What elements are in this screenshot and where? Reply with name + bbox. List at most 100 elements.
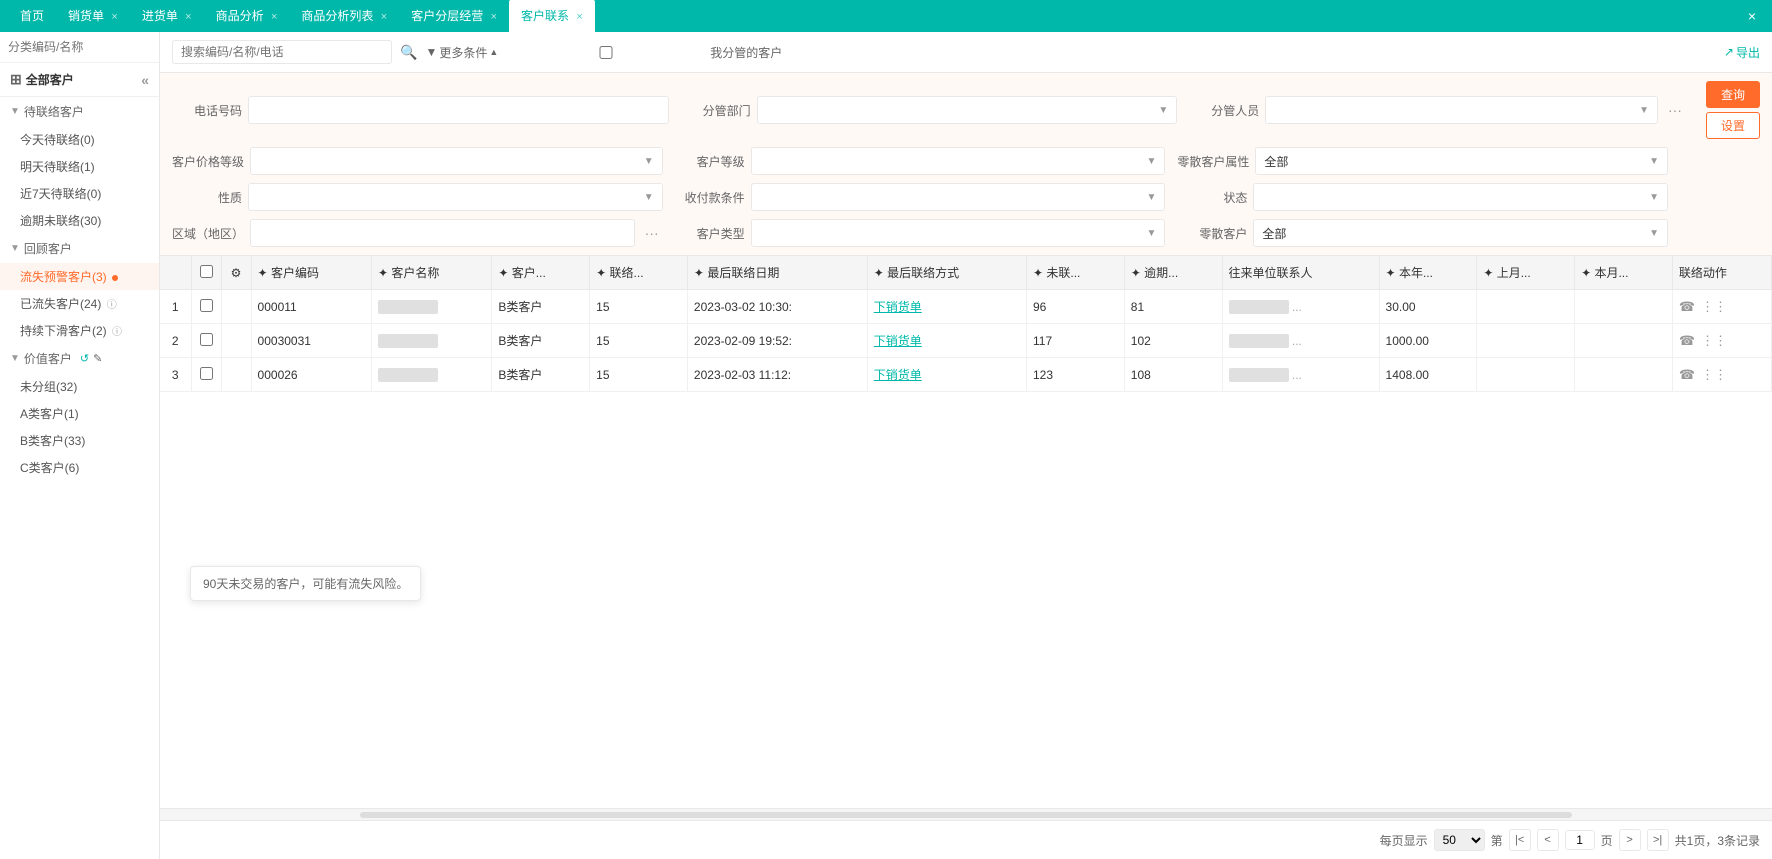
settings-button[interactable]: 设置: [1706, 112, 1760, 139]
price-level-select[interactable]: ▼: [250, 147, 663, 175]
row3-more-icon[interactable]: ⋮⋮: [1701, 367, 1727, 383]
row1-code: 000011: [251, 290, 371, 324]
sidebar-item-churn-warning[interactable]: 流失预警客户(3): [0, 263, 159, 290]
data-table: ⚙ ✦ 客户编码 ✦ 客户名称 ✦ 客户... ✦ 联络...: [160, 256, 1772, 392]
nav-tab-analysis-list[interactable]: 商品分析列表 ×: [289, 0, 399, 32]
row3-phone-icon[interactable]: ☎: [1679, 367, 1695, 383]
row3-checkbox[interactable]: [200, 367, 213, 380]
first-page-button[interactable]: |<: [1509, 829, 1531, 851]
table-header-row: ⚙ ✦ 客户编码 ✦ 客户名称 ✦ 客户... ✦ 联络...: [160, 256, 1772, 290]
search-button[interactable]: 🔍: [400, 44, 417, 61]
row3-code: 000026: [251, 358, 371, 392]
close-tab-analysis-list[interactable]: ×: [381, 11, 387, 23]
close-tab-xiaohuo[interactable]: ×: [111, 11, 117, 23]
filter-dept: 分管部门 ▼: [681, 96, 1178, 124]
select-all-checkbox[interactable]: [200, 265, 213, 278]
sidebar-item-7day-pending[interactable]: 近7天待联络(0): [0, 180, 159, 207]
customer-level-arrow-icon: ▼: [1146, 156, 1156, 167]
price-level-arrow-icon: ▼: [644, 156, 654, 167]
dept-select[interactable]: ▼: [757, 96, 1178, 124]
all-customers-label[interactable]: 全部客户: [26, 71, 74, 88]
sidebar-group-value[interactable]: ▼ 价值客户 ↺ ✎: [0, 344, 159, 373]
row1-checkbox[interactable]: [200, 299, 213, 312]
row3-unit-contact: ...: [1222, 358, 1379, 392]
nav-home[interactable]: 首页: [8, 0, 56, 32]
row1-checkbox-cell: [191, 290, 221, 324]
filter-actions: 查询 设置: [1706, 81, 1760, 139]
sidebar-item-c-class[interactable]: C类客户(6): [0, 454, 159, 481]
phone-input[interactable]: [248, 96, 669, 124]
sidebar-collapse-button[interactable]: «: [141, 72, 149, 88]
person-select[interactable]: ▼: [1265, 96, 1658, 124]
sidebar-item-a-class[interactable]: A类客户(1): [0, 400, 159, 427]
sidebar-item-already-churn[interactable]: 已流失客户(24) ⓘ: [0, 290, 159, 317]
next-page-button[interactable]: >: [1619, 829, 1641, 851]
row2-phone-icon[interactable]: ☎: [1679, 333, 1695, 349]
export-button[interactable]: ↗ 导出: [1724, 44, 1760, 61]
row1-name: [371, 290, 491, 324]
sidebar-group-pending[interactable]: ▼ 待联络客户: [0, 97, 159, 126]
col-settings-icon[interactable]: ⚙: [221, 256, 251, 290]
close-tab-analysis[interactable]: ×: [271, 11, 277, 23]
prev-page-button[interactable]: <: [1537, 829, 1559, 851]
status-select[interactable]: ▼: [1253, 183, 1668, 211]
sidebar-item-ungrouped[interactable]: 未分组(32): [0, 373, 159, 400]
more-filter-button[interactable]: ▼ 更多条件 ▲: [425, 44, 498, 61]
per-page-select[interactable]: 50 20 100: [1434, 829, 1485, 851]
nature-select[interactable]: ▼: [248, 183, 663, 211]
filter-retail-customer: 零散客户 全部 ▼: [1177, 219, 1668, 247]
sidebar-group-churn[interactable]: ▼ 回顾客户: [0, 234, 159, 263]
customer-level-select[interactable]: ▼: [751, 147, 1166, 175]
retail-customer-select[interactable]: 全部 ▼: [1253, 219, 1668, 247]
payment-select[interactable]: ▼: [751, 183, 1166, 211]
close-tab-customer-contact[interactable]: ×: [576, 11, 582, 23]
row2-more-icon[interactable]: ⋮⋮: [1701, 333, 1727, 349]
search-input[interactable]: [172, 40, 392, 64]
page-number-input[interactable]: [1565, 830, 1595, 850]
row3-no-contact: 123: [1027, 358, 1125, 392]
close-window-button[interactable]: ×: [1740, 8, 1764, 24]
person-label: 分管人员: [1189, 102, 1259, 119]
nav-tab-xiaohuo[interactable]: 销货单 ×: [56, 0, 130, 32]
col-action: 联络动作: [1672, 256, 1771, 290]
query-button[interactable]: 查询: [1706, 81, 1760, 108]
nav-tab-analysis[interactable]: 商品分析 ×: [204, 0, 290, 32]
sidebar-item-overdue-pending[interactable]: 逾期未联络(30): [0, 207, 159, 234]
horizontal-scrollbar[interactable]: [160, 808, 1772, 820]
col-code: ✦ 客户编码: [251, 256, 371, 290]
region-dots-button[interactable]: ···: [641, 225, 663, 241]
my-customers-checkbox[interactable]: [506, 46, 706, 59]
info-icon2: ⓘ: [112, 327, 122, 338]
region-select[interactable]: [250, 219, 635, 247]
edit-icon[interactable]: ✎: [93, 352, 102, 365]
pagination-bar: 每页显示 50 20 100 第 |< < 页 > >| 共1页，3条记录: [160, 820, 1772, 859]
row3-checkbox-cell: [191, 358, 221, 392]
row2-checkbox[interactable]: [200, 333, 213, 346]
nav-tab-jinhuo[interactable]: 进货单 ×: [130, 0, 204, 32]
sidebar-item-tomorrow-pending[interactable]: 明天待联络(1): [0, 153, 159, 180]
nature-label: 性质: [172, 189, 242, 206]
sidebar-search-input[interactable]: [8, 40, 160, 54]
last-page-button[interactable]: >|: [1647, 829, 1669, 851]
row3-last-date: 2023-02-03 11:12:: [687, 358, 867, 392]
filter-retail-attr: 零散客户属性 全部 ▼: [1177, 147, 1668, 175]
sidebar-item-b-class[interactable]: B类客户(33): [0, 427, 159, 454]
sidebar-item-declining[interactable]: 持续下滑客户(2) ⓘ: [0, 317, 159, 344]
close-tab-jinhuo[interactable]: ×: [185, 11, 191, 23]
col-checkbox: [191, 256, 221, 290]
row1-unit-contact: ...: [1222, 290, 1379, 324]
my-customers-checkbox-label[interactable]: 我分管的客户: [506, 44, 782, 61]
row1-more-icon[interactable]: ⋮⋮: [1701, 299, 1727, 315]
customer-type-select[interactable]: ▼: [751, 219, 1166, 247]
col-contact: ✦ 联络...: [590, 256, 688, 290]
row1-last-month: [1477, 290, 1575, 324]
close-tab-customer-layer[interactable]: ×: [491, 11, 497, 23]
person-dots-button[interactable]: ···: [1664, 102, 1686, 118]
refresh-icon[interactable]: ↺: [80, 352, 89, 365]
scrollbar-track[interactable]: [360, 812, 1572, 818]
row1-phone-icon[interactable]: ☎: [1679, 299, 1695, 315]
nav-tab-customer-layer[interactable]: 客户分层经营 ×: [399, 0, 509, 32]
sidebar-item-today-pending[interactable]: 今天待联络(0): [0, 126, 159, 153]
retail-attr-select[interactable]: 全部 ▼: [1255, 147, 1668, 175]
nav-tab-customer-contact[interactable]: 客户联系 ×: [509, 0, 595, 32]
